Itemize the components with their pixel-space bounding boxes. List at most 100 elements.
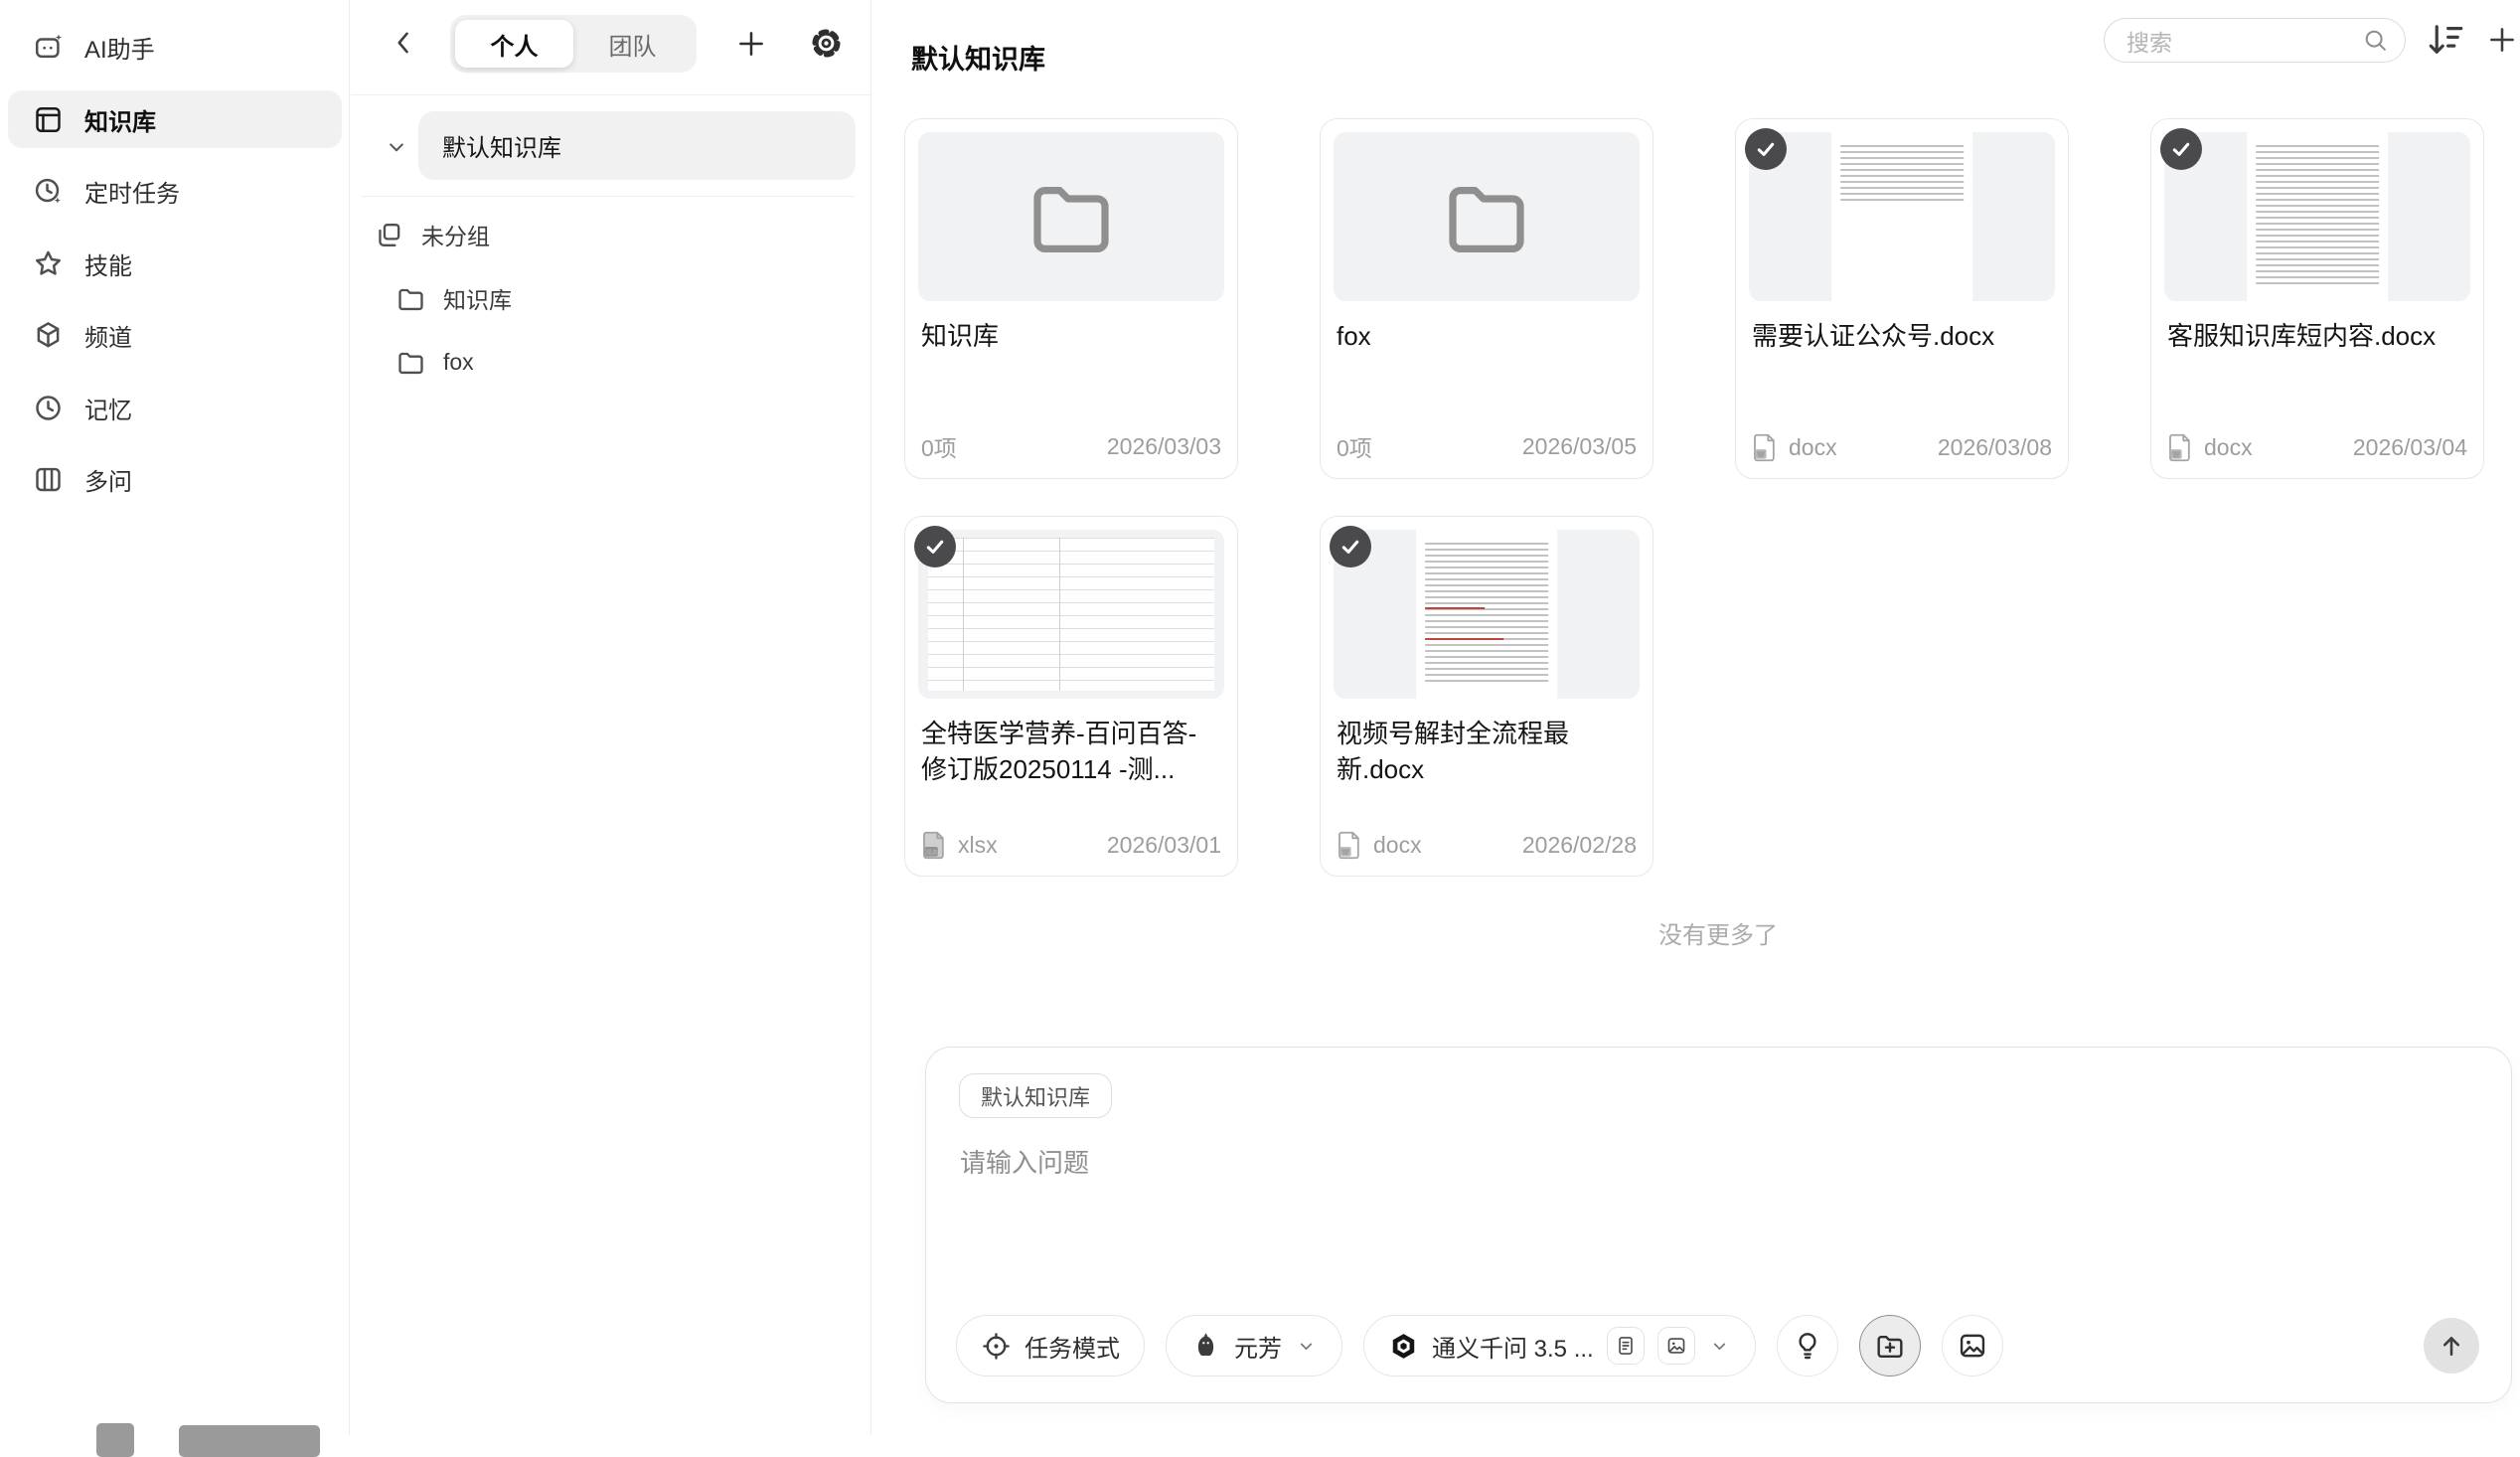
divider <box>361 196 855 197</box>
tab-team[interactable]: 团队 <box>573 20 692 68</box>
scheduled-task-icon <box>32 175 65 208</box>
sidebar-item-channel-cube[interactable]: 频道 <box>8 306 342 364</box>
card-thumbnail <box>918 132 1224 301</box>
tree-item-知识库[interactable]: 知识库 <box>395 269 512 327</box>
add-to-kb-button[interactable] <box>1858 1315 1921 1376</box>
sidebar-nav: AI助手 知识库 定时任务 技能 频道 记忆 多问 <box>0 0 350 1457</box>
selected-check-badge[interactable] <box>2160 128 2202 170</box>
card-type-label: 0项 <box>1337 435 1372 461</box>
card-type-label: docx <box>2204 434 2253 460</box>
card-type-label: docx <box>1789 434 1837 460</box>
card-title: 客服知识库短内容.docx <box>2167 321 2437 351</box>
card-thumbnail <box>1749 132 2055 301</box>
no-more-text: 没有更多了 <box>1658 922 1778 949</box>
skill-star-icon <box>32 247 65 280</box>
doc-capability-badge <box>1606 1327 1645 1365</box>
card-date: 2026/03/05 <box>1521 432 1637 459</box>
docx-file-icon: w <box>1337 830 1363 861</box>
upload-image-button[interactable] <box>1941 1315 2003 1376</box>
page-title: 默认知识库 <box>911 45 1045 76</box>
search-input[interactable]: 搜索 <box>2104 18 2406 63</box>
tab-personal[interactable]: 个人 <box>455 20 573 68</box>
sidebar-item-skill-star[interactable]: 技能 <box>8 235 342 292</box>
tree-item-未分组[interactable]: 未分组 <box>374 206 490 263</box>
agent-select-button[interactable]: 元芳 <box>1166 1315 1342 1376</box>
folder-plus-icon <box>1874 1330 1906 1362</box>
spreadsheet-thumbnail <box>928 538 1214 691</box>
bottom-cutoff-label <box>179 1425 320 1457</box>
sidebar-item-scheduled-task[interactable]: 定时任务 <box>8 162 342 220</box>
back-button[interactable] <box>387 26 420 60</box>
sidebar-item-multi-columns[interactable]: 多问 <box>8 450 342 508</box>
arrow-up-icon <box>2438 1332 2465 1360</box>
scope-tabs: 个人 团队 <box>450 15 697 73</box>
divider <box>351 94 870 95</box>
question-input[interactable]: 请输入问题 <box>960 1143 1089 1180</box>
card-thumbnail <box>1334 530 1640 699</box>
target-icon <box>981 1331 1012 1362</box>
stack-icon <box>374 220 404 250</box>
chat-toolbar: 任务模式 元芳 通义千问 3.5 ... <box>956 1315 2479 1376</box>
doc-icon <box>1615 1335 1637 1357</box>
card-title: 知识库 <box>921 321 1000 351</box>
knowledge-panel: 个人 团队 默认知识库 未分组 知识库 fox <box>351 0 871 1435</box>
kb-context-tag[interactable]: 默认知识库 <box>959 1073 1113 1118</box>
selected-check-badge[interactable] <box>1330 526 1371 567</box>
tree-root-default-kb[interactable]: 默认知识库 <box>418 111 856 180</box>
folder-card-0[interactable]: 知识库 0项 2026/03/03 <box>904 118 1238 479</box>
check-icon <box>2168 136 2194 162</box>
tree-root-label: 默认知识库 <box>442 135 561 162</box>
memory-clock-icon <box>32 392 65 424</box>
check-icon <box>922 534 948 560</box>
bottom-cutoff-icon <box>96 1423 134 1457</box>
file-card-5[interactable]: 视频号解封全流程最新.docx w docx 2026/02/28 <box>1320 516 1654 877</box>
svg-text:w: w <box>1341 846 1349 856</box>
card-date: 2026/02/28 <box>1521 832 1637 858</box>
add-file-button[interactable] <box>2485 23 2519 57</box>
card-type-label: xlsx <box>958 832 998 858</box>
card-date: 2026/03/08 <box>1937 434 2052 460</box>
model-select-button[interactable]: 通义千问 3.5 ... <box>1363 1315 1756 1376</box>
folder-card-1[interactable]: fox 0项 2026/03/05 <box>1320 118 1654 479</box>
card-thumbnail <box>1334 132 1640 301</box>
card-title: fox <box>1337 321 1371 351</box>
card-thumbnail <box>918 530 1224 699</box>
sidebar-item-knowledge-base[interactable]: 知识库 <box>8 90 342 148</box>
chat-composer: 默认知识库 请输入问题 任务模式 元芳 通义千问 3.5 ... <box>925 1047 2512 1403</box>
selected-check-badge[interactable] <box>914 526 956 567</box>
card-thumbnail <box>2164 132 2470 301</box>
ai-assistant-icon <box>32 31 65 64</box>
sort-desc-icon[interactable] <box>2425 19 2466 61</box>
card-title: 需要认证公众号.docx <box>1752 321 1995 351</box>
docx-file-icon: w <box>1752 432 1779 463</box>
chevron-down-icon <box>1295 1335 1318 1358</box>
folder-icon <box>395 283 426 314</box>
file-card-3[interactable]: 客服知识库短内容.docx w docx 2026/03/04 <box>2150 118 2484 479</box>
card-date: 2026/03/01 <box>1106 832 1221 858</box>
send-button[interactable] <box>2424 1318 2479 1374</box>
deep-think-button[interactable] <box>1776 1315 1838 1376</box>
add-knowledge-button[interactable] <box>734 27 768 61</box>
folder-icon <box>1439 169 1534 264</box>
file-card-4[interactable]: 全特医学营养-百问百答-修订版20250114 -测... XLS xlsx 2… <box>904 516 1238 877</box>
search-icon <box>2362 27 2389 54</box>
sidebar-item-memory-clock[interactable]: 记忆 <box>8 379 342 436</box>
docx-file-icon: w <box>2167 432 2194 463</box>
sidebar-item-ai-assistant[interactable]: AI助手 <box>8 18 342 76</box>
tongyi-logo-icon <box>1388 1331 1419 1362</box>
svg-text:XLS: XLS <box>925 849 937 856</box>
file-card-2[interactable]: 需要认证公众号.docx w docx 2026/03/08 <box>1735 118 2069 479</box>
card-type-label: docx <box>1373 832 1422 858</box>
tree-item-fox[interactable]: fox <box>395 333 474 391</box>
gear-icon[interactable] <box>808 25 845 62</box>
selected-check-badge[interactable] <box>1745 128 1787 170</box>
chevron-down-icon[interactable] <box>383 133 410 161</box>
document-thumbnail <box>1416 530 1557 699</box>
mascot-avatar-icon <box>1190 1331 1221 1362</box>
folder-icon <box>395 347 426 378</box>
check-icon <box>1338 534 1363 560</box>
card-date: 2026/03/03 <box>1106 432 1221 459</box>
task-mode-button[interactable]: 任务模式 <box>956 1315 1145 1376</box>
xlsx-file-icon: XLS <box>921 830 948 861</box>
search-placeholder: 搜索 <box>2126 29 2172 56</box>
